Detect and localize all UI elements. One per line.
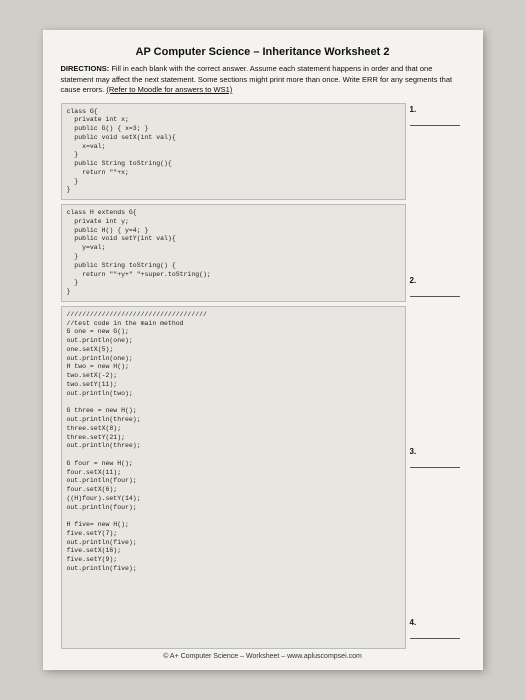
answer-line-2: [410, 287, 460, 297]
answer-column: 1. 2. 3. 4.: [410, 103, 465, 650]
content-area: class G{ private int x; public G() { x=3…: [61, 103, 465, 650]
footer-text: © A+ Computer Science – Worksheet – www.…: [61, 653, 465, 660]
directions-label: DIRECTIONS:: [61, 64, 110, 73]
class-h-code: class H extends G{ private int y; public…: [61, 204, 406, 302]
answer-box-1: 1.: [410, 105, 465, 126]
answer-box-2: 2.: [410, 276, 465, 297]
answer-label-3: 3.: [410, 447, 417, 456]
test-code: //////////////////////////////////// //t…: [61, 306, 406, 649]
answer-label-2: 2.: [410, 276, 417, 285]
moodle-reference: (Refer to Moodle for answers to WS1): [106, 85, 232, 94]
answer-label-4: 4.: [410, 618, 417, 627]
answer-label-1: 1.: [410, 105, 417, 114]
class-g-code: class G{ private int x; public G() { x=3…: [61, 103, 406, 201]
answer-box-4: 4.: [410, 618, 465, 639]
answer-line-3: [410, 458, 460, 468]
answer-line-1: [410, 116, 460, 126]
directions-text: DIRECTIONS: Fill in each blank with the …: [61, 64, 465, 96]
page-title: AP Computer Science – Inheritance Worksh…: [61, 46, 465, 58]
answer-line-4: [410, 629, 460, 639]
code-section: class G{ private int x; public G() { x=3…: [61, 103, 406, 650]
worksheet-page: AP Computer Science – Inheritance Worksh…: [43, 30, 483, 670]
answer-box-3: 3.: [410, 447, 465, 468]
